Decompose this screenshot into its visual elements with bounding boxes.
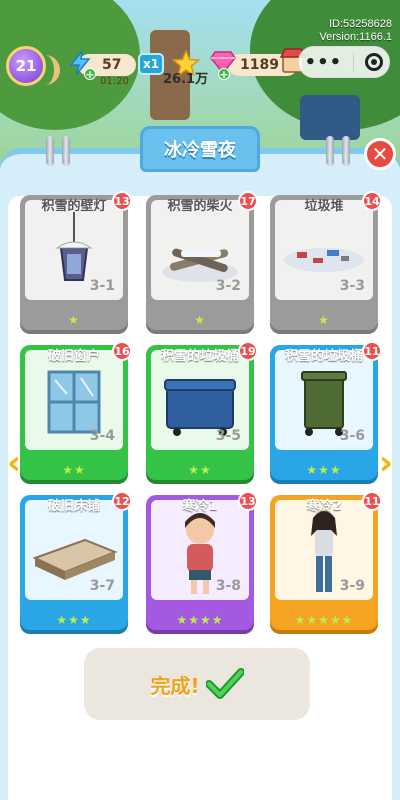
item-count-badge: 12 [112, 491, 132, 511]
item-image: 3-3 [275, 200, 373, 300]
version-text: Version:1166.1 [319, 31, 392, 43]
done-button[interactable]: 完成! [84, 648, 310, 720]
mini-program-capsule: ••• [298, 46, 390, 78]
item-stars: ★ [194, 313, 206, 327]
item-image: 3-7 [25, 500, 123, 600]
level-number: 21 [15, 57, 37, 75]
item-count-badge: 13 [112, 191, 132, 211]
item-image: 3-2 [151, 200, 249, 300]
panel-title: 冰冷雪夜 [140, 126, 260, 172]
item-level: 3-4 [89, 428, 115, 444]
item-count-badge: 17 [238, 191, 258, 211]
item-card[interactable]: 寒冷2 11 3-9 ★★★★★ [270, 491, 382, 630]
energy-timer: 01:20 [100, 76, 129, 87]
done-label: 完成! [150, 673, 200, 698]
item-image: 3-9 [275, 500, 373, 600]
energy-value: 57 [102, 57, 122, 73]
item-card[interactable]: 积雪的垃圾桶 19 3-5 ★★ [146, 341, 258, 480]
item-stars: ★★★★★ [294, 613, 354, 627]
item-image: 3-5 [151, 350, 249, 450]
item-card[interactable]: 寒冷1 13 3-8 ★★★★ [146, 491, 258, 630]
star-currency-value: 26.1万 [163, 72, 209, 87]
item-card[interactable]: 积雪的垃圾桶 11 3-6 ★★★ [270, 341, 382, 480]
item-count-badge: 19 [238, 341, 258, 361]
item-card[interactable]: 破旧窗户 16 3-4 ★★ [20, 341, 132, 480]
item-stars: ★★ [188, 463, 212, 477]
item-level: 3-6 [339, 428, 365, 444]
gem-value: 1189 [240, 57, 279, 73]
item-stars: ★ [318, 313, 330, 327]
add-energy-icon[interactable]: + [84, 68, 96, 81]
close-button[interactable]: ✕ [364, 138, 396, 170]
item-card[interactable]: 积雪的柴火 17 3-2 ★ [146, 191, 258, 330]
item-stars: ★★★★ [176, 613, 224, 627]
item-stars: ★★ [62, 463, 86, 477]
add-gems-icon[interactable]: + [218, 68, 230, 81]
item-level: 3-8 [215, 578, 241, 594]
build-info: ID:53258628 Version:1166.1 [319, 18, 392, 44]
exit-target-icon[interactable] [365, 53, 384, 71]
item-card[interactable]: 积雪的壁灯 13 3-1 ★ [20, 191, 132, 330]
item-card[interactable]: 破旧床铺 12 3-7 ★★★ [20, 491, 132, 630]
item-count-badge: 16 [112, 341, 132, 361]
top-hud: ID:53258628 Version:1166.1 21 57 + 01:20… [0, 0, 400, 110]
item-count-badge: 13 [238, 491, 258, 511]
user-id-text: ID:53258628 [329, 18, 392, 30]
item-image: 3-1 [25, 200, 123, 300]
item-stars: ★★★ [56, 613, 92, 627]
checkmark-icon [205, 668, 244, 699]
item-image: 3-8 [151, 500, 249, 600]
panel-title-bar: 冰冷雪夜 [0, 118, 400, 172]
capsule-divider [353, 53, 355, 71]
item-image: 3-4 [25, 350, 123, 450]
item-image: 3-6 [275, 350, 373, 450]
item-level: 3-3 [339, 278, 365, 294]
item-stars: ★ [68, 313, 80, 327]
item-count-badge: 14 [362, 191, 382, 211]
item-level: 3-7 [89, 578, 115, 594]
item-level: 3-5 [215, 428, 241, 444]
item-count-badge: 11 [362, 341, 382, 361]
item-count-badge: 11 [362, 491, 382, 511]
level-badge[interactable]: 21 [6, 46, 46, 86]
item-level: 3-9 [339, 578, 365, 594]
more-menu-icon[interactable]: ••• [305, 52, 343, 73]
multiplier-button[interactable]: x1 [138, 53, 164, 75]
item-card[interactable]: 垃圾堆 14 3-3 ★ [270, 191, 382, 330]
item-level: 3-2 [215, 278, 241, 294]
done-area: 完成! [84, 648, 310, 720]
item-level: 3-1 [89, 278, 115, 294]
item-stars: ★★★ [306, 463, 342, 477]
